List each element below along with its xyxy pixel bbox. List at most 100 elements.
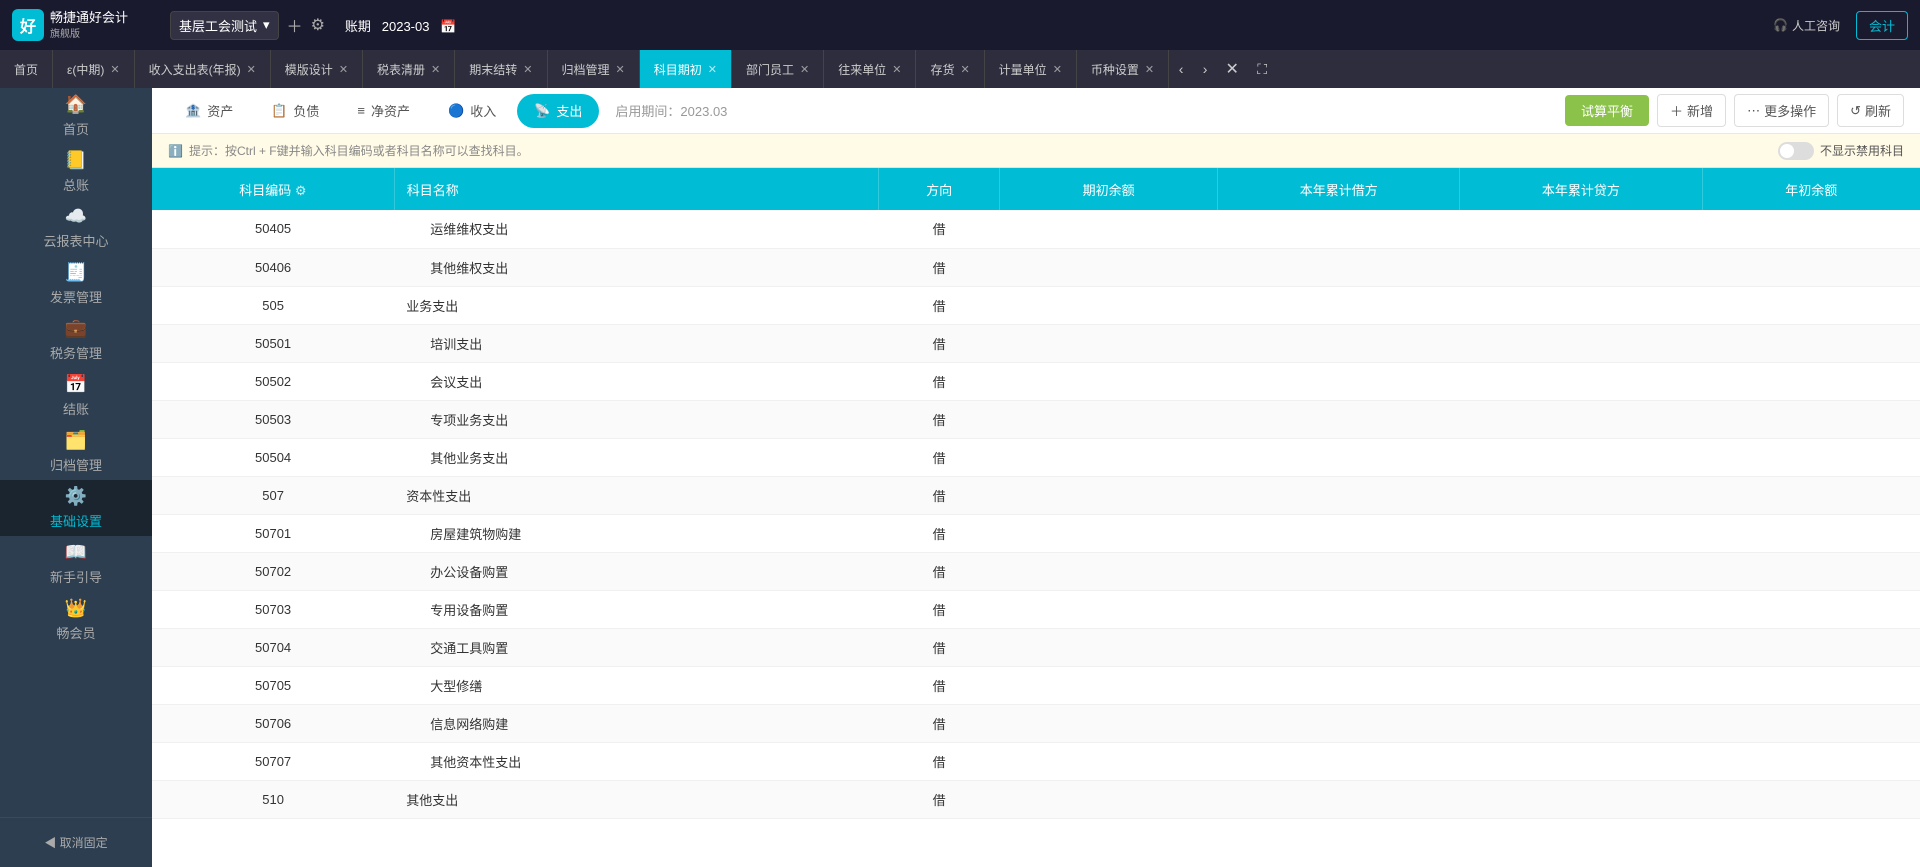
cell-debit	[1218, 628, 1460, 666]
notice-text: 提示：按Ctrl + F键并输入科目编码或者科目名称可以查找科目。	[189, 142, 529, 159]
tab-currency[interactable]: 币种设置 ✕	[1077, 50, 1169, 88]
cell-year	[1702, 628, 1920, 666]
cell-dir: 借	[879, 552, 1000, 590]
tab-archive[interactable]: 归档管理 ✕	[548, 50, 640, 88]
tab-template-close[interactable]: ✕	[339, 63, 348, 76]
refresh-button[interactable]: ↺ 刷新	[1837, 94, 1904, 127]
tab-expand-button[interactable]: ⛶	[1247, 50, 1277, 88]
add-tab-icon[interactable]: ＋	[287, 13, 303, 37]
table-row[interactable]: 50704 交通工具购置 借	[152, 628, 1920, 666]
invoice-icon: 🧾	[65, 262, 87, 283]
tab-tax[interactable]: 税表清册 ✕	[363, 50, 455, 88]
sidebar-item-archive[interactable]: 🗂️ 归档管理	[0, 424, 152, 480]
table-row[interactable]: 50405 运维维权支出 借	[152, 210, 1920, 248]
cell-dir: 借	[879, 666, 1000, 704]
cell-credit	[1460, 704, 1702, 742]
tab-next-button[interactable]: ›	[1193, 50, 1217, 88]
cell-year	[1702, 362, 1920, 400]
toggle-switch[interactable]	[1778, 142, 1814, 160]
tab-dept[interactable]: 部门员工 ✕	[732, 50, 824, 88]
table-row[interactable]: 507 资本性支出 借	[152, 476, 1920, 514]
tab-currency-close[interactable]: ✕	[1145, 63, 1154, 76]
sidebar-item-settings[interactable]: ⚙️ 基础设置	[0, 480, 152, 536]
more-button[interactable]: ⋯ 更多操作	[1734, 94, 1829, 127]
table-row[interactable]: 505 业务支出 借	[152, 286, 1920, 324]
table-row[interactable]: 50503 专项业务支出 借	[152, 400, 1920, 438]
tab-inventory-close[interactable]: ✕	[960, 63, 969, 76]
table-row[interactable]: 50703 专用设备购置 借	[152, 590, 1920, 628]
project-selector[interactable]: 基层工会测试 ▾	[170, 11, 279, 40]
subtab-asset[interactable]: 🏦 资产	[168, 94, 250, 128]
sidebar-item-close[interactable]: 📅 结账	[0, 368, 152, 424]
cell-code: 50707	[152, 742, 394, 780]
tab-template[interactable]: 模版设计 ✕	[271, 50, 363, 88]
sidebar-item-ledger[interactable]: 📒 总账	[0, 144, 152, 200]
account-button[interactable]: 会计	[1856, 11, 1908, 40]
table-row[interactable]: 50502 会议支出 借	[152, 362, 1920, 400]
tab-partner-close[interactable]: ✕	[892, 63, 901, 76]
tab-close-period[interactable]: 期末结转 ✕	[455, 50, 547, 88]
subtab-liability-label: 负债	[293, 101, 319, 120]
sidebar-item-tax[interactable]: 💼 税务管理	[0, 312, 152, 368]
cell-debit	[1218, 780, 1460, 818]
tab-period-close[interactable]: ✕	[110, 63, 119, 76]
table-row[interactable]: 50702 办公设备购置 借	[152, 552, 1920, 590]
tab-income-close[interactable]: ✕	[247, 63, 256, 76]
cell-balance	[1000, 666, 1218, 704]
tab-period[interactable]: ε(中期) ✕	[53, 50, 135, 88]
add-button[interactable]: ＋ 新增	[1657, 94, 1726, 127]
cell-credit	[1460, 286, 1702, 324]
tab-close-period-close[interactable]: ✕	[523, 63, 532, 76]
tab-unit[interactable]: 计量单位 ✕	[985, 50, 1077, 88]
tab-close-all-button[interactable]: ✕	[1217, 50, 1247, 88]
tab-unit-close[interactable]: ✕	[1053, 63, 1062, 76]
subtab-income[interactable]: 🔵 收入	[431, 94, 513, 128]
sidebar-item-invoice[interactable]: 🧾 发票管理	[0, 256, 152, 312]
cell-year	[1702, 286, 1920, 324]
tab-inventory-label: 存货	[930, 61, 954, 78]
tab-home[interactable]: 首页	[0, 50, 53, 88]
cell-debit	[1218, 210, 1460, 248]
sidebar-item-guide[interactable]: 📖 新手引导	[0, 536, 152, 592]
cell-credit	[1460, 590, 1702, 628]
table-row[interactable]: 50504 其他业务支出 借	[152, 438, 1920, 476]
sidebar-label-close: 结账	[63, 399, 89, 418]
tab-subject[interactable]: 科目期初 ✕	[640, 50, 732, 88]
tab-prev-button[interactable]: ‹	[1169, 50, 1193, 88]
balance-button[interactable]: 试算平衡	[1565, 95, 1649, 126]
help-button[interactable]: 🎧 人工咨询	[1773, 17, 1840, 34]
tab-income-label: 收入支出表(年报)	[149, 61, 241, 78]
tab-inventory[interactable]: 存货 ✕	[916, 50, 984, 88]
tab-income[interactable]: 收入支出表(年报) ✕	[135, 50, 271, 88]
table-row[interactable]: 50706 信息网络购建 借	[152, 704, 1920, 742]
subtab-liability[interactable]: 📋 负债	[254, 94, 336, 128]
disable-toggle[interactable]: 不显示禁用科目	[1778, 142, 1904, 160]
cell-code: 50504	[152, 438, 394, 476]
table-row[interactable]: 510 其他支出 借	[152, 780, 1920, 818]
content-area: 🏦 资产 📋 负债 ≡ 净资产 🔵 收入 📡 支出 启用期间：2023.03	[152, 88, 1920, 867]
tab-subject-close[interactable]: ✕	[708, 63, 717, 76]
table-row[interactable]: 50406 其他维权支出 借	[152, 248, 1920, 286]
column-settings-icon[interactable]: ⚙	[295, 183, 307, 198]
data-table: 科目编码 ⚙ 科目名称 方向 期初余额 本年累计借方 本年累计贷方 年初余额 5…	[152, 168, 1920, 819]
subtab-expense[interactable]: 📡 支出	[517, 94, 599, 128]
table-row[interactable]: 50707 其他资本性支出 借	[152, 742, 1920, 780]
tab-partner[interactable]: 往来单位 ✕	[824, 50, 916, 88]
tab-archive-close[interactable]: ✕	[616, 63, 625, 76]
table-row[interactable]: 50501 培训支出 借	[152, 324, 1920, 362]
cell-name: 办公设备购置	[394, 552, 878, 590]
sidebar-item-home[interactable]: 🏠 首页	[0, 88, 152, 144]
cell-name: 业务支出	[394, 286, 878, 324]
tab-tax-close[interactable]: ✕	[431, 63, 440, 76]
table-row[interactable]: 50701 房屋建筑物购建 借	[152, 514, 1920, 552]
sidebar-item-cloud[interactable]: ☁️ 云报表中心	[0, 200, 152, 256]
settings-icon[interactable]: ⚙	[311, 15, 325, 35]
tab-dept-close[interactable]: ✕	[800, 63, 809, 76]
subtab-equity[interactable]: ≡ 净资产	[340, 94, 427, 128]
calendar-icon[interactable]: 📅	[440, 19, 456, 34]
close-period-icon: 📅	[65, 374, 87, 395]
table-row[interactable]: 50705 大型修缮 借	[152, 666, 1920, 704]
sidebar-item-member[interactable]: 👑 畅会员	[0, 592, 152, 648]
sidebar-collapse-button[interactable]: ◀ 取消固定	[8, 826, 144, 859]
cell-dir: 借	[879, 248, 1000, 286]
